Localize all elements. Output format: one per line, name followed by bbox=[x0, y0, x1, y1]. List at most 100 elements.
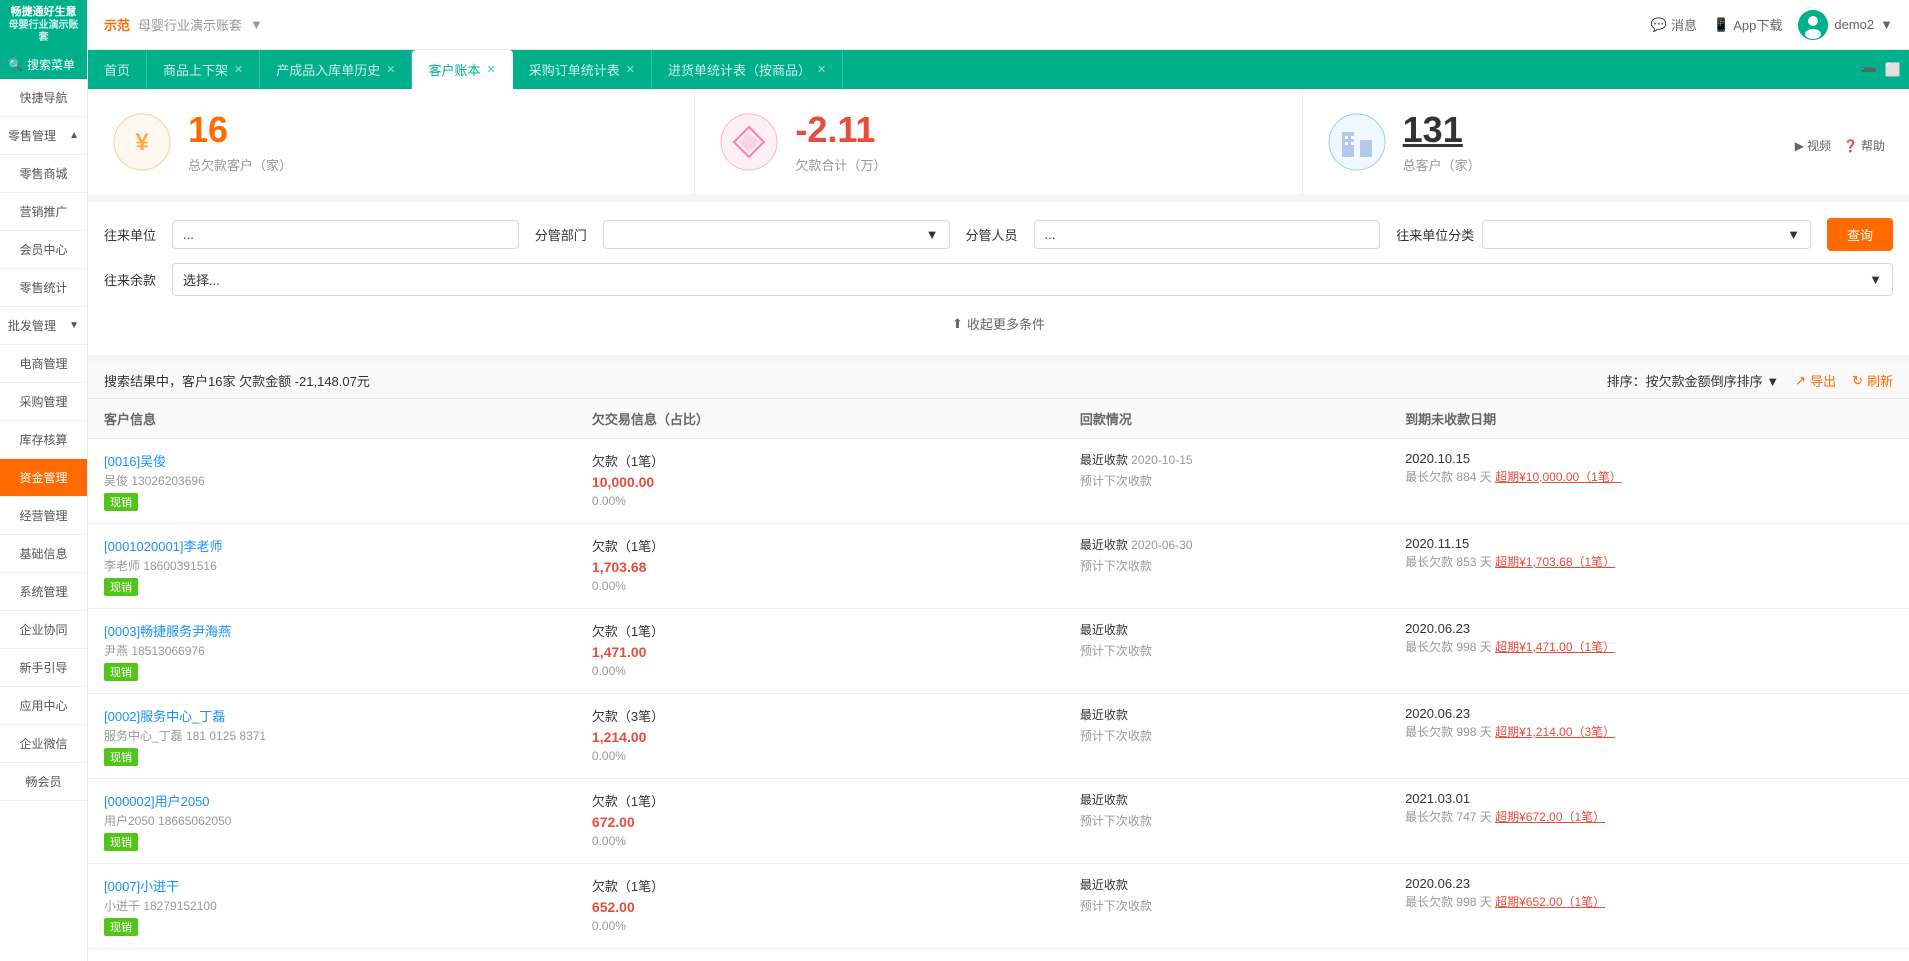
table-body: [0016]吴俊 吴俊 13026203696 现销 欠款（1笔） 10,000… bbox=[88, 439, 1909, 961]
customer-name-2[interactable]: [0003]畅捷服务尹海燕 bbox=[104, 624, 231, 639]
customer-name-0[interactable]: [0016]吴俊 bbox=[104, 454, 166, 469]
customer-name-5[interactable]: [0007]小迸干 bbox=[104, 879, 179, 894]
filter-label-unit-type: 往来单位分类 bbox=[1396, 225, 1474, 244]
last-payment-4: 最近收款 bbox=[1080, 791, 1405, 808]
overdue-link-3[interactable]: 超期¥1,214.00（3笔） bbox=[1495, 725, 1615, 739]
tab-purchase-product[interactable]: 进货单统计表（按商品）✕ bbox=[652, 50, 843, 89]
tab-inventory-history[interactable]: 产成品入库单历史 ✕ bbox=[260, 50, 412, 89]
stat-card-actions: ▶ 视频 ❓ 帮助 bbox=[1795, 129, 1885, 154]
org-label: 母婴行业演示账套 bbox=[138, 15, 242, 34]
sidebar-item-6[interactable]: 批发管理▼ bbox=[0, 307, 87, 345]
help-link[interactable]: ❓ 帮助 bbox=[1843, 137, 1885, 154]
sidebar-item-8[interactable]: 采购管理 bbox=[0, 383, 87, 421]
sort-arrow-icon: ▼ bbox=[1766, 374, 1779, 389]
sidebar-item-5[interactable]: 零售统计 bbox=[0, 269, 87, 307]
stat-card-total-customers: 131 总客户（家） ▶ 视频 ❓ 帮助 bbox=[1303, 89, 1909, 194]
due-info-5: 2020.06.23 最长欠款 998 天 超期¥652.00（1笔） bbox=[1405, 876, 1893, 910]
sidebar-item-17[interactable]: 企业微信 bbox=[0, 725, 87, 763]
sidebar-item-1[interactable]: 零售管理▲ bbox=[0, 117, 87, 155]
stat-number-total-debt: -2.11 bbox=[795, 109, 1277, 151]
debt-percent-2: 0.00% bbox=[592, 664, 1080, 678]
sort-label[interactable]: 排序：按欠款金额倒序排序 ▼ bbox=[1607, 371, 1780, 390]
sidebar-item-16[interactable]: 应用中心 bbox=[0, 687, 87, 725]
filter-select-dept[interactable]: ▼ bbox=[603, 220, 950, 249]
tab-customer-account[interactable]: 客户账本 ✕ bbox=[412, 50, 512, 89]
message-btn[interactable]: 💬 消息 bbox=[1651, 15, 1697, 34]
customer-name-3[interactable]: [0002]服务中心_丁磊 bbox=[104, 709, 225, 724]
due-days-4: 最长欠款 747 天 超期¥672.00（1笔） bbox=[1405, 808, 1893, 825]
customer-info-3: [0002]服务中心_丁磊 服务中心_丁磊 181 0125 8371 现销 bbox=[104, 706, 592, 766]
sidebar-item-11[interactable]: 经营管理 bbox=[0, 497, 87, 535]
close-tab-customer-account[interactable]: ✕ bbox=[487, 63, 496, 76]
sidebar-item-13[interactable]: 系统管理 bbox=[0, 573, 87, 611]
col-header-debt: 欠交易信息（占比） bbox=[592, 409, 1080, 428]
stat-icon-yuan: ¥ bbox=[112, 112, 172, 172]
filter-select-balance[interactable]: 选择... ▼ bbox=[172, 263, 1893, 296]
overdue-link-2[interactable]: 超期¥1,471.00（1笔） bbox=[1495, 640, 1615, 654]
close-tab-product-listing[interactable]: ✕ bbox=[234, 63, 243, 76]
filter-input-from-unit[interactable]: ... bbox=[172, 220, 519, 249]
customer-phone-2: 尹燕 18513066976 bbox=[104, 642, 592, 659]
filter-placeholder-from-unit: ... bbox=[183, 227, 194, 242]
debt-count-5: 欠款（1笔） bbox=[592, 876, 1080, 895]
stat-info-total-customers: 131 总客户（家） bbox=[1403, 109, 1779, 174]
svg-text:¥: ¥ bbox=[135, 129, 149, 156]
sidebar-item-9[interactable]: 库存核算 bbox=[0, 421, 87, 459]
overdue-link-0[interactable]: 超期¥10,000.00（1笔） bbox=[1495, 470, 1622, 484]
table-row: [0001020001]李老师 李老师 18600391516 现销 欠款（1笔… bbox=[88, 524, 1909, 609]
export-button[interactable]: ↗ 导出 bbox=[1795, 371, 1836, 390]
due-date-0: 2020.10.15 bbox=[1405, 451, 1893, 466]
refresh-button[interactable]: ↻ 刷新 bbox=[1852, 371, 1893, 390]
tab-home[interactable]: 首页 bbox=[88, 50, 147, 89]
sidebar-item-18[interactable]: 畅会员 bbox=[0, 763, 87, 801]
table-row: [000002]用户2050 用户2050 18665062050 现销 欠款（… bbox=[88, 779, 1909, 864]
results-summary: 搜索结果中，客户16家 欠款金额 -21,148.07元 bbox=[104, 371, 370, 390]
customer-phone-3: 服务中心_丁磊 181 0125 8371 bbox=[104, 727, 592, 744]
filter-arrow-unit-type: ▼ bbox=[1787, 227, 1800, 242]
overdue-link-5[interactable]: 超期¥652.00（1笔） bbox=[1495, 895, 1605, 909]
app-download-btn[interactable]: 📱 App下载 bbox=[1713, 15, 1782, 34]
due-date-5: 2020.06.23 bbox=[1405, 876, 1893, 891]
user-info[interactable]: demo2 ▼ bbox=[1798, 10, 1893, 40]
filter-arrow-balance: ▼ bbox=[1869, 272, 1882, 287]
sidebar-item-4[interactable]: 会员中心 bbox=[0, 231, 87, 269]
customer-phone-5: 小迸干 18279152100 bbox=[104, 897, 592, 914]
debt-amount-2: 1,471.00 bbox=[592, 644, 1080, 660]
filter-input-manager[interactable]: ... bbox=[1034, 220, 1381, 249]
video-link[interactable]: ▶ 视频 bbox=[1795, 137, 1831, 154]
filter-placeholder-balance: 选择... bbox=[183, 270, 220, 289]
sidebar-item-12[interactable]: 基础信息 bbox=[0, 535, 87, 573]
overdue-link-4[interactable]: 超期¥672.00（1笔） bbox=[1495, 810, 1605, 824]
sidebar-item-14[interactable]: 企业协同 bbox=[0, 611, 87, 649]
overdue-link-1[interactable]: 超期¥1,703.68（1笔） bbox=[1495, 555, 1615, 569]
help-icon: ❓ bbox=[1843, 139, 1858, 153]
due-info-3: 2020.06.23 最长欠款 998 天 超期¥1,214.00（3笔） bbox=[1405, 706, 1893, 740]
expand-window-icon[interactable]: ⬜ bbox=[1885, 62, 1901, 78]
stat-label-total-debt: 欠款合计（万） bbox=[795, 155, 1277, 174]
tab-product-listing[interactable]: 商品上下架 ✕ bbox=[147, 50, 260, 89]
dropdown-icon[interactable]: ▼ bbox=[250, 17, 263, 32]
topbar-left: 示范 母婴行业演示账套 ▼ bbox=[104, 15, 263, 34]
sidebar-item-3[interactable]: 营销推广 bbox=[0, 193, 87, 231]
stat-number-customers-owing: 16 bbox=[188, 109, 670, 151]
tab-purchase-order[interactable]: 采购订单统计表 ✕ bbox=[513, 50, 652, 89]
close-tab-inventory-history[interactable]: ✕ bbox=[386, 63, 395, 76]
customer-name-1[interactable]: [0001020001]李老师 bbox=[104, 539, 223, 554]
filter-balance: 往来余款 选择... ▼ bbox=[104, 263, 1893, 296]
sidebar-item-2[interactable]: 零售商城 bbox=[0, 155, 87, 193]
sidebar-logo: 畅捷通好生意 母婴行业演示账套 bbox=[0, 0, 87, 50]
sidebar-item-15[interactable]: 新手引导 bbox=[0, 649, 87, 687]
collapse-window-icon[interactable]: ➖ bbox=[1861, 62, 1877, 78]
sidebar-search[interactable]: 🔍 搜索菜单 bbox=[0, 50, 87, 79]
close-tab-purchase-product[interactable]: ✕ bbox=[817, 63, 826, 76]
sidebar-item-10[interactable]: 资金管理 bbox=[0, 459, 87, 497]
sidebar-item-0[interactable]: 快捷导航 bbox=[0, 79, 87, 117]
filter-select-unit-type[interactable]: ▼ bbox=[1482, 220, 1811, 249]
stats-row: ¥ 16 总欠款客户（家） -2.11 bbox=[88, 89, 1909, 194]
results-actions: 排序：按欠款金额倒序排序 ▼ ↗ 导出 ↻ 刷新 bbox=[1607, 371, 1893, 390]
customer-name-4[interactable]: [000002]用户2050 bbox=[104, 794, 210, 809]
close-tab-purchase-order[interactable]: ✕ bbox=[626, 63, 635, 76]
collapse-filters-btn[interactable]: ⬆ 收起更多条件 bbox=[104, 308, 1893, 339]
sidebar-item-7[interactable]: 电商管理 bbox=[0, 345, 87, 383]
search-button[interactable]: 查询 bbox=[1827, 218, 1893, 251]
